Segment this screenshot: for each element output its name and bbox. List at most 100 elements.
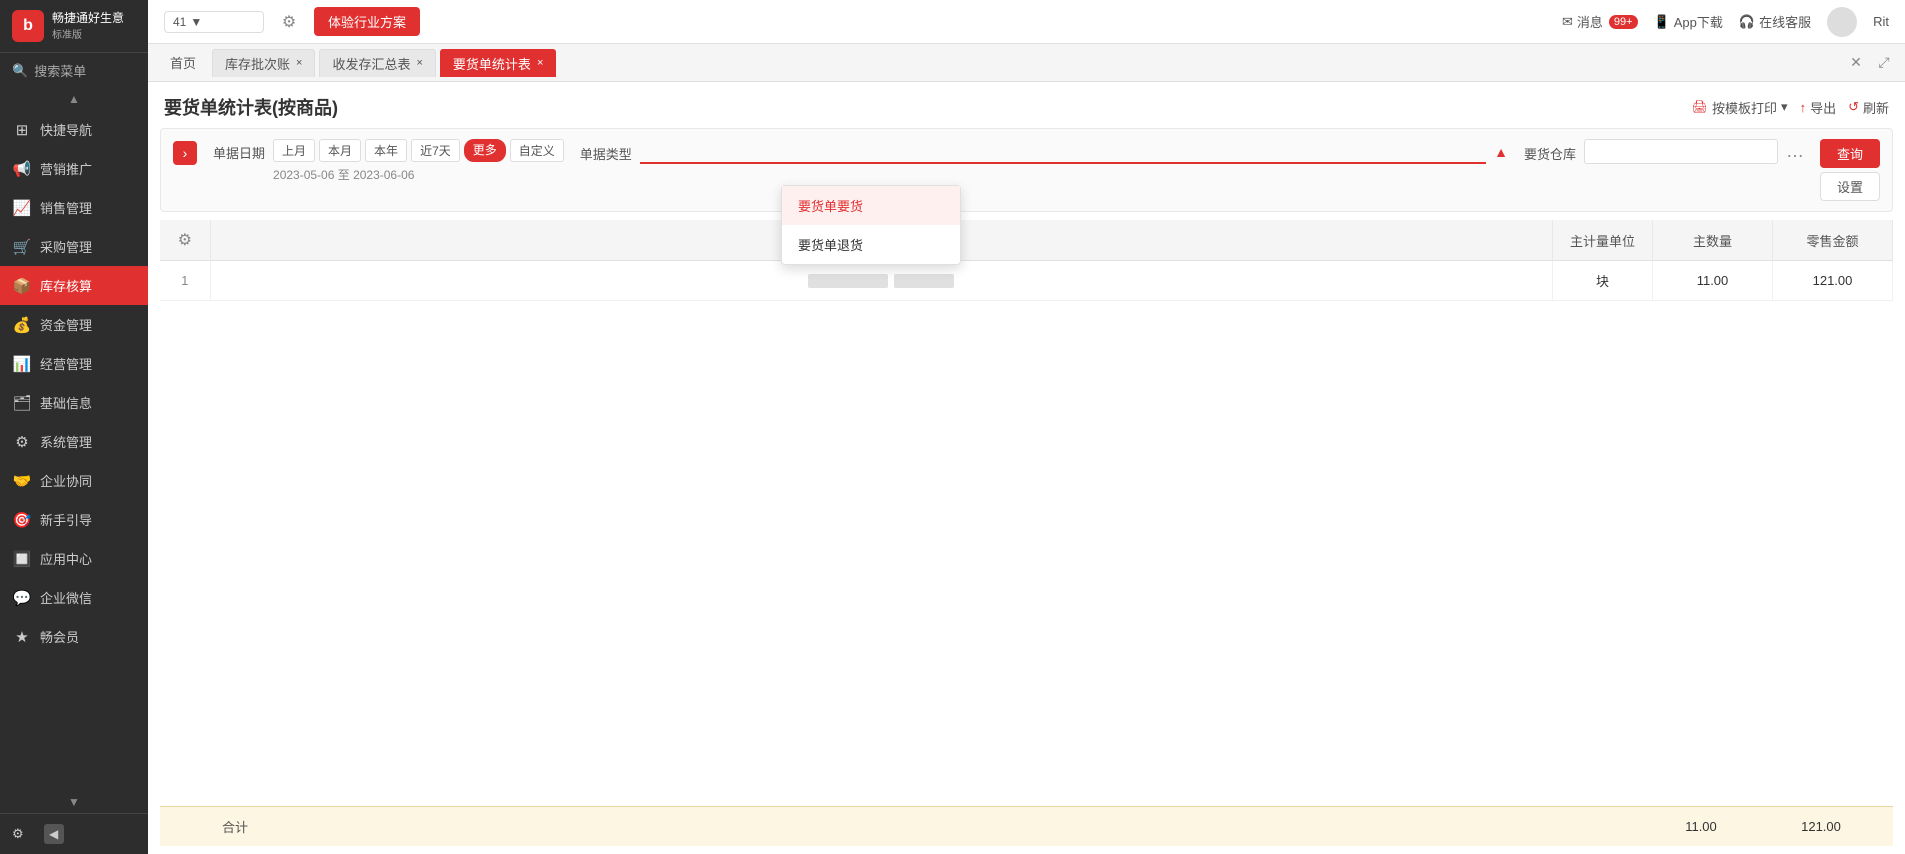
refresh-icon: ↺	[1848, 99, 1859, 115]
tabbar: 首页 库存批次账 × 收发存汇总表 × 要货单统计表 × ✕ ⤢	[148, 44, 1905, 82]
row-goods	[210, 261, 1553, 301]
tab-receive-summary-label: 收发存汇总表	[332, 54, 410, 73]
export-label: 导出	[1810, 98, 1836, 117]
tab-batch-account[interactable]: 库存批次账 ×	[212, 49, 315, 77]
sales-icon: 📈	[12, 199, 32, 217]
tab-receive-summary[interactable]: 收发存汇总表 ×	[319, 49, 435, 77]
sidebar-item-apps[interactable]: 🔲 应用中心	[0, 539, 148, 578]
footer-label: 合计	[172, 817, 248, 836]
type-dropdown: 要货单要货 要货单退货	[781, 185, 961, 265]
company-value: 41	[173, 15, 186, 29]
filter-bar: › 单据日期 上月 本月 本年 近7天 更多 自定义 2023-05-06 至 …	[160, 128, 1893, 212]
date-btn-this-month[interactable]: 本月	[319, 139, 361, 162]
tab-expand-button[interactable]: ⤢	[1873, 52, 1895, 74]
row-number: 1	[160, 261, 210, 301]
table-footer: 合计 11.00 121.00	[160, 806, 1893, 846]
print-button[interactable]: 🖨 按模板打印 ▾	[1692, 98, 1788, 117]
base-icon: 🗂	[12, 394, 32, 412]
sidebar-collapse-button[interactable]: ◀	[44, 824, 64, 844]
date-custom-button[interactable]: 自定义	[510, 139, 564, 162]
sidebar-scroll-up[interactable]: ▲	[0, 88, 148, 110]
system-icon: ⚙	[12, 433, 32, 451]
topbar-gear-icon[interactable]: ⚙	[276, 9, 302, 35]
footer-amount: 121.00	[1761, 819, 1881, 834]
messages-badge: 99+	[1609, 15, 1638, 29]
settings-button[interactable]: 设置	[1820, 172, 1880, 201]
topbar-left: 41 ▼ ⚙ 体验行业方案	[164, 7, 1550, 36]
dropdown-item-require-goods[interactable]: 要货单要货	[782, 186, 960, 225]
refresh-label: 刷新	[1863, 98, 1889, 117]
sidebar-item-enterprise[interactable]: 🤝 企业协同	[0, 461, 148, 500]
page-content: 要货单统计表(按商品) 🖨 按模板打印 ▾ ↑ 导出 ↺ 刷新 ›	[148, 82, 1905, 854]
sidebar-item-inventory[interactable]: 📦 库存核算	[0, 266, 148, 305]
sidebar-item-base[interactable]: 🗂 基础信息	[0, 383, 148, 422]
apps-icon: 🔲	[12, 550, 32, 568]
trial-button[interactable]: 体验行业方案	[314, 7, 420, 36]
filter-warehouse-label: 要货仓库	[1524, 144, 1576, 163]
tab-order-stats[interactable]: 要货单统计表 ×	[440, 49, 556, 77]
tab-close-all-button[interactable]: ✕	[1845, 52, 1867, 74]
goods-placeholder	[223, 274, 1541, 288]
tab-batch-account-label: 库存批次账	[225, 54, 290, 73]
sidebar-item-label: 采购管理	[40, 237, 92, 256]
sidebar-logo: b 畅捷通好生意 标准版	[0, 0, 148, 53]
sidebar-item-system[interactable]: ⚙ 系统管理	[0, 422, 148, 461]
sidebar-item-purchase[interactable]: 🛒 采购管理	[0, 227, 148, 266]
tab-batch-account-close[interactable]: ×	[296, 57, 302, 69]
footer-qty: 11.00	[1641, 819, 1761, 834]
tabbar-right: ✕ ⤢	[1845, 52, 1895, 74]
wechat-icon: 💬	[12, 589, 32, 607]
sidebar-item-marketing[interactable]: 📢 营销推广	[0, 149, 148, 188]
refresh-button[interactable]: ↺ 刷新	[1848, 98, 1889, 117]
date-btn-last-month[interactable]: 上月	[273, 139, 315, 162]
filter-date-label: 单据日期	[213, 143, 265, 162]
sidebar-item-sales[interactable]: 📈 销售管理	[0, 188, 148, 227]
sidebar-scroll-down[interactable]: ▼	[0, 791, 148, 813]
sidebar-item-finance[interactable]: 💰 资金管理	[0, 305, 148, 344]
filter-type-input[interactable]	[640, 139, 1486, 164]
tab-receive-summary-close[interactable]: ×	[416, 57, 422, 69]
filter-warehouse-input[interactable]	[1584, 139, 1778, 164]
filter-expand-button[interactable]: ›	[173, 141, 197, 165]
sidebar-item-guide[interactable]: 🎯 新手引导	[0, 500, 148, 539]
table-container: ⚙ 商品 主计量单位 主数量 零售金额 1	[160, 220, 1893, 806]
dropdown-item-return-goods[interactable]: 要货单退货	[782, 225, 960, 264]
user-avatar[interactable]	[1827, 7, 1857, 37]
tab-home[interactable]: 首页	[158, 49, 208, 76]
goods-bar-2	[894, 274, 954, 288]
messages-action[interactable]: ✉ 消息 99+	[1562, 12, 1638, 31]
date-btn-this-year[interactable]: 本年	[365, 139, 407, 162]
filter-more-button[interactable]: …	[1786, 141, 1804, 162]
sidebar-item-label: 应用中心	[40, 549, 92, 568]
settings-icon[interactable]: ⚙	[12, 826, 24, 842]
online-service-action[interactable]: 🎧 在线客服	[1739, 12, 1811, 31]
export-button[interactable]: ↑ 导出	[1800, 98, 1837, 117]
company-selector[interactable]: 41 ▼	[164, 11, 264, 33]
filter-type-arrow-icon[interactable]: ▲	[1494, 144, 1508, 160]
quick-nav-icon: ⊞	[12, 121, 32, 139]
message-icon: ✉	[1562, 14, 1573, 30]
chevron-down-icon: ▼	[190, 15, 202, 29]
sidebar-item-label: 库存核算	[40, 276, 92, 295]
sidebar-item-label: 营销推广	[40, 159, 92, 178]
topbar: 41 ▼ ⚙ 体验行业方案 ✉ 消息 99+ 📱 App下载 🎧 在线客服 Ri…	[148, 0, 1905, 44]
filter-date-buttons: 上月 本月 本年 近7天 更多 自定义 2023-05-06 至 2023-06…	[273, 139, 564, 183]
sidebar-item-label: 基础信息	[40, 393, 92, 412]
sidebar-item-wechat[interactable]: 💬 企业微信	[0, 578, 148, 617]
gear-icon[interactable]: ⚙	[178, 232, 192, 249]
table-row: 1 块 11.00 121.00	[160, 261, 1893, 301]
app-download-action[interactable]: 📱 App下载	[1654, 12, 1723, 31]
sidebar-item-operations[interactable]: 📊 经营管理	[0, 344, 148, 383]
query-button[interactable]: 查询	[1820, 139, 1880, 168]
sidebar-item-member[interactable]: ★ 畅会员	[0, 617, 148, 656]
col-gear: ⚙	[160, 220, 210, 261]
date-btn-7days[interactable]: 近7天	[411, 139, 460, 162]
sidebar-item-quick-nav[interactable]: ⊞ 快捷导航	[0, 110, 148, 149]
logo-subtitle: 标准版	[52, 26, 124, 41]
filter-type-label: 单据类型	[580, 144, 632, 163]
search-menu[interactable]: 🔍 搜索菜单	[0, 53, 148, 88]
guide-icon: 🎯	[12, 511, 32, 529]
tab-order-stats-close[interactable]: ×	[537, 57, 543, 69]
date-more-badge[interactable]: 更多	[464, 139, 506, 162]
print-label: 按模板打印	[1712, 98, 1777, 117]
